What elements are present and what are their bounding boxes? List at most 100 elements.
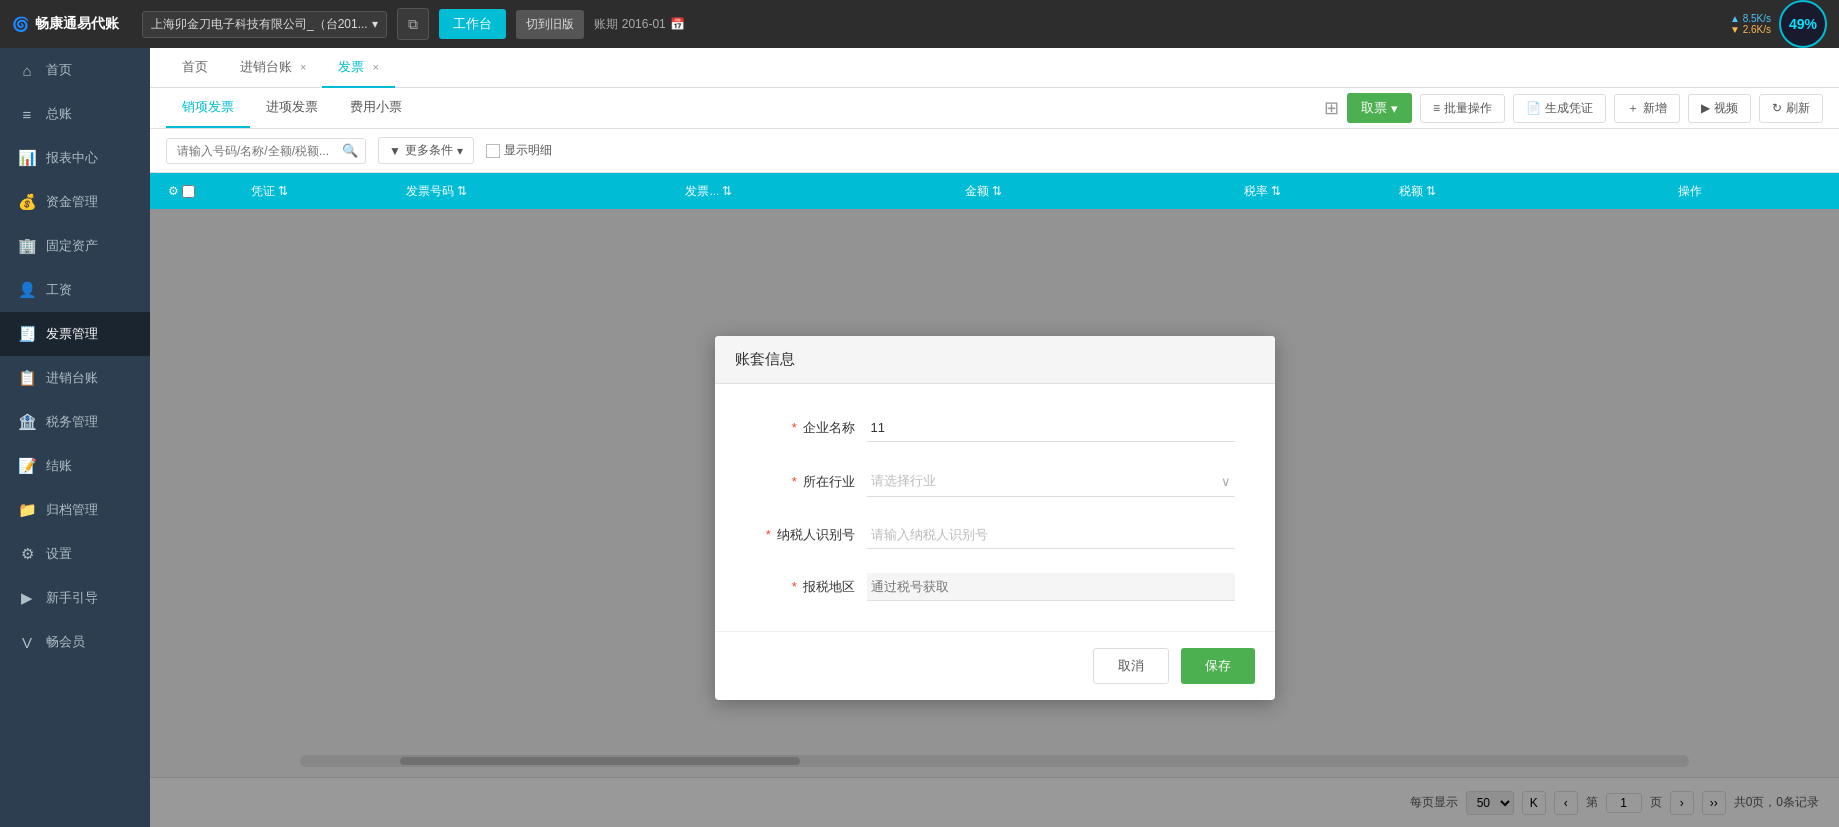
sort-icon-type[interactable]: ⇅	[722, 184, 732, 198]
sidebar-label-tax: 税务管理	[46, 413, 98, 431]
sort-icon-tax[interactable]: ⇅	[1426, 184, 1436, 198]
sidebar-item-archive[interactable]: 📁 归档管理	[0, 488, 150, 532]
industry-select[interactable]: 请选择行业 ∨	[867, 466, 1235, 497]
sidebar-item-assets[interactable]: 🏢 固定资产	[0, 224, 150, 268]
sidebar-item-settings[interactable]: ⚙ 设置	[0, 532, 150, 576]
close-book-icon: 📝	[18, 457, 36, 475]
sidebar-item-tax[interactable]: 🏦 税务管理	[0, 400, 150, 444]
sidebar-item-member[interactable]: V 畅会员	[0, 620, 150, 664]
sidebar-item-reports[interactable]: 📊 报表中心	[0, 136, 150, 180]
batch-ops-button[interactable]: ≡ 批量操作	[1420, 94, 1505, 123]
calendar-icon[interactable]: 📅	[670, 17, 685, 31]
form-row-company: * 企业名称	[755, 414, 1235, 442]
industry-label-text: 所在行业	[803, 474, 855, 489]
sidebar-item-guide[interactable]: ▶ 新手引导	[0, 576, 150, 620]
copy-icon[interactable]: ⧉	[397, 8, 429, 40]
finance-icon: 💰	[18, 193, 36, 211]
th-tax-amount-label: 税额	[1399, 183, 1423, 200]
save-button[interactable]: 保存	[1181, 648, 1255, 684]
batch-ops-label: 批量操作	[1444, 100, 1492, 117]
required-mark3: *	[766, 527, 771, 542]
cancel-button[interactable]: 取消	[1093, 648, 1169, 684]
gen-voucher-button[interactable]: 📄 生成凭证	[1513, 94, 1606, 123]
required-mark2: *	[792, 474, 797, 489]
th-invoice-type[interactable]: 发票... ⇅	[679, 183, 958, 200]
sort-icon-voucher[interactable]: ⇅	[278, 184, 288, 198]
purchase-icon: 📋	[18, 369, 36, 387]
th-checkbox[interactable]: ⚙	[162, 184, 245, 198]
sidebar-label-home: 首页	[46, 61, 72, 79]
old-version-button[interactable]: 切到旧版	[516, 10, 584, 39]
workspace-button[interactable]: 工作台	[439, 9, 506, 39]
sidebar-item-invoice[interactable]: 🧾 发票管理	[0, 312, 150, 356]
content-area: 每页显示 50 K ‹ 第 页 › ›› 共0页，0条记录 账套信息	[150, 209, 1839, 827]
top-bar-right: ▲ 8.5K/s ▼ 2.6K/s 49%	[1730, 0, 1827, 48]
tab-purchase-close-icon[interactable]: ×	[300, 61, 306, 73]
refresh-button[interactable]: ↻ 刷新	[1759, 94, 1823, 123]
settings-icon[interactable]: ⚙	[168, 184, 179, 198]
checkbox-icon[interactable]	[486, 144, 500, 158]
refresh-icon: ↻	[1772, 101, 1782, 115]
th-tax-rate[interactable]: 税率 ⇅	[1238, 183, 1393, 200]
ledger-icon: ≡	[18, 106, 36, 123]
form-row-industry: * 所在行业 请选择行业 ∨	[755, 466, 1235, 497]
sidebar-item-finance[interactable]: 💰 资金管理	[0, 180, 150, 224]
company-selector[interactable]: 上海卯金刀电子科技有限公司_（台201... ▾	[142, 11, 387, 38]
sort-icon-rate[interactable]: ⇅	[1271, 184, 1281, 198]
tab-purchase-ledger[interactable]: 进销台账 ×	[224, 48, 322, 88]
th-invoice-number[interactable]: 发票号码 ⇅	[400, 183, 679, 200]
period-value: 2016-01	[622, 17, 666, 31]
archive-icon: 📁	[18, 501, 36, 519]
guide-icon: ▶	[18, 589, 36, 607]
sidebar-item-close[interactable]: 📝 结账	[0, 444, 150, 488]
more-conditions-button[interactable]: ▼ 更多条件 ▾	[378, 137, 474, 164]
th-voucher[interactable]: 凭证 ⇅	[245, 183, 400, 200]
select-all-checkbox[interactable]	[182, 185, 195, 198]
sub-tabs: 销项发票 进项发票 费用小票	[166, 88, 418, 128]
video-icon: ▶	[1701, 101, 1710, 115]
search-input[interactable]	[166, 138, 366, 164]
region-label: * 报税地区	[755, 578, 855, 596]
th-tax-amount[interactable]: 税额 ⇅	[1393, 183, 1672, 200]
sidebar-item-home[interactable]: ⌂ 首页	[0, 48, 150, 92]
show-detail-toggle[interactable]: 显示明细	[486, 142, 552, 159]
tab-invoice-label: 发票	[338, 58, 364, 76]
speed-up: ▲ 8.5K/s	[1730, 13, 1771, 24]
reports-icon: 📊	[18, 149, 36, 167]
sub-tab-sales[interactable]: 销项发票	[166, 88, 250, 128]
sidebar-label-invoice: 发票管理	[46, 325, 98, 343]
sidebar-label-payroll: 工资	[46, 281, 72, 299]
company-label: * 企业名称	[755, 419, 855, 437]
sub-tab-expense[interactable]: 费用小票	[334, 88, 418, 128]
tab-invoice-close-icon[interactable]: ×	[372, 61, 378, 73]
sidebar-item-payroll[interactable]: 👤 工资	[0, 268, 150, 312]
batch-ops-icon: ≡	[1433, 101, 1440, 115]
add-button[interactable]: ＋ 新增	[1614, 94, 1680, 123]
sidebar-label-purchase: 进销台账	[46, 369, 98, 387]
sidebar-item-purchase[interactable]: 📋 进销台账	[0, 356, 150, 400]
th-amount[interactable]: 金额 ⇅	[959, 183, 1238, 200]
th-invoice-number-label: 发票号码	[406, 183, 454, 200]
add-icon: ＋	[1627, 100, 1639, 117]
sidebar-label-finance: 资金管理	[46, 193, 98, 211]
industry-label: * 所在行业	[755, 473, 855, 491]
video-button[interactable]: ▶ 视频	[1688, 94, 1751, 123]
grid-view-icon[interactable]: ⊞	[1324, 97, 1339, 119]
modal-footer: 取消 保存	[715, 631, 1275, 700]
payroll-icon: 👤	[18, 281, 36, 299]
company-input[interactable]	[867, 414, 1235, 442]
taxid-input[interactable]	[867, 521, 1235, 549]
sort-icon-invoice[interactable]: ⇅	[457, 184, 467, 198]
sidebar-label-ledger: 总账	[46, 105, 72, 123]
industry-placeholder: 请选择行业	[871, 472, 936, 490]
tab-invoice[interactable]: 发票 ×	[322, 48, 394, 88]
search-icon[interactable]: 🔍	[342, 143, 358, 158]
sidebar-item-ledger[interactable]: ≡ 总账	[0, 92, 150, 136]
sidebar-label-close: 结账	[46, 457, 72, 475]
invoice-dropdown-button[interactable]: 取票 ▾	[1347, 93, 1412, 123]
sub-tab-purchase[interactable]: 进项发票	[250, 88, 334, 128]
taxid-label: * 纳税人识别号	[755, 526, 855, 544]
sort-icon-amount[interactable]: ⇅	[992, 184, 1002, 198]
tab-home[interactable]: 首页	[166, 48, 224, 88]
gen-voucher-icon: 📄	[1526, 101, 1541, 115]
